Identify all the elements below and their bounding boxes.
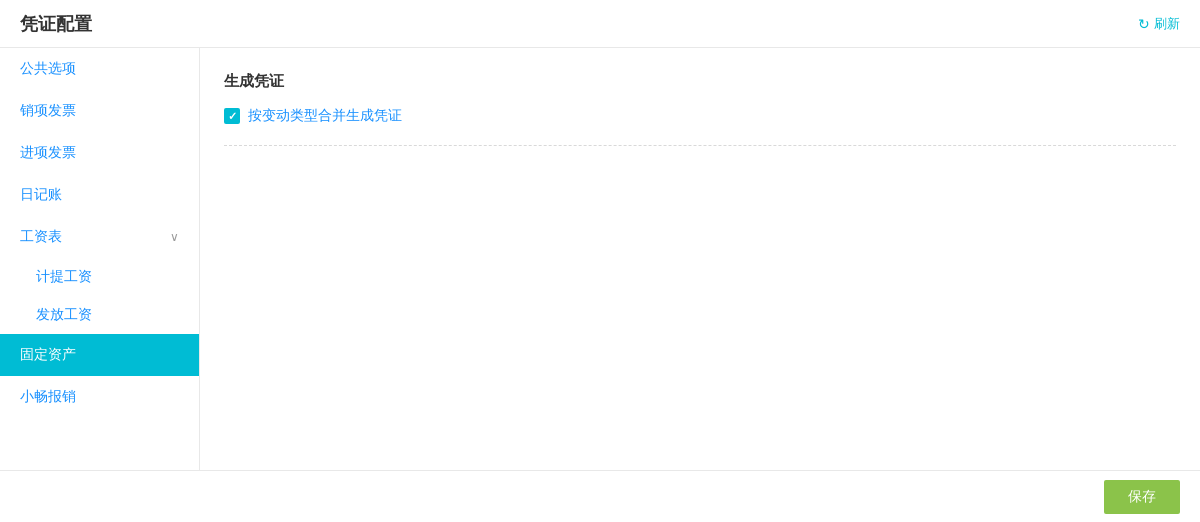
checkbox-row: 按变动类型合并生成凭证 — [224, 107, 1176, 125]
sidebar-item-label: 日记账 — [20, 186, 62, 204]
section-title: 生成凭证 — [224, 72, 1176, 91]
sidebar-item-payroll-accrual[interactable]: 计提工资 — [0, 258, 199, 296]
footer: 保存 — [0, 470, 1200, 522]
refresh-button[interactable]: ↻ 刷新 — [1138, 15, 1180, 33]
checkbox-label: 按变动类型合并生成凭证 — [248, 107, 402, 125]
sidebar-item-public-options[interactable]: 公共选项 — [0, 48, 199, 90]
sidebar-sub-item-label: 发放工资 — [36, 306, 92, 322]
sidebar-item-label: 固定资产 — [20, 346, 76, 364]
refresh-icon: ↻ — [1138, 16, 1150, 32]
page-title: 凭证配置 — [20, 12, 92, 36]
sidebar-item-purchase-invoice[interactable]: 进项发票 — [0, 132, 199, 174]
refresh-label: 刷新 — [1154, 15, 1180, 33]
section-divider — [224, 145, 1176, 146]
sidebar-item-label: 公共选项 — [20, 60, 76, 78]
content-area: 生成凭证 按变动类型合并生成凭证 — [200, 48, 1200, 470]
page-wrapper: 凭证配置 ↻ 刷新 公共选项 销项发票 进项发票 日记账 工资表 ∨ — [0, 0, 1200, 522]
merge-by-type-checkbox[interactable] — [224, 108, 240, 124]
sidebar-item-label: 进项发票 — [20, 144, 76, 162]
sidebar-item-fixed-assets[interactable]: 固定资产 — [0, 334, 199, 376]
main-layout: 公共选项 销项发票 进项发票 日记账 工资表 ∨ 计提工资 发放工资 固定资 — [0, 48, 1200, 470]
sidebar-item-expense[interactable]: 小畅报销 — [0, 376, 199, 418]
sidebar-item-payroll-release[interactable]: 发放工资 — [0, 296, 199, 334]
sidebar-item-journal[interactable]: 日记账 — [0, 174, 199, 216]
sidebar-item-label: 销项发票 — [20, 102, 76, 120]
sidebar-item-sales-invoice[interactable]: 销项发票 — [0, 90, 199, 132]
sidebar-sub-item-label: 计提工资 — [36, 268, 92, 284]
sidebar-item-label: 工资表 — [20, 228, 62, 246]
sidebar-item-payroll[interactable]: 工资表 ∨ — [0, 216, 199, 258]
chevron-down-icon: ∨ — [170, 230, 179, 244]
sidebar-item-label: 小畅报销 — [20, 388, 76, 406]
sidebar: 公共选项 销项发票 进项发票 日记账 工资表 ∨ 计提工资 发放工资 固定资 — [0, 48, 200, 470]
header: 凭证配置 ↻ 刷新 — [0, 0, 1200, 48]
save-button[interactable]: 保存 — [1104, 480, 1180, 514]
